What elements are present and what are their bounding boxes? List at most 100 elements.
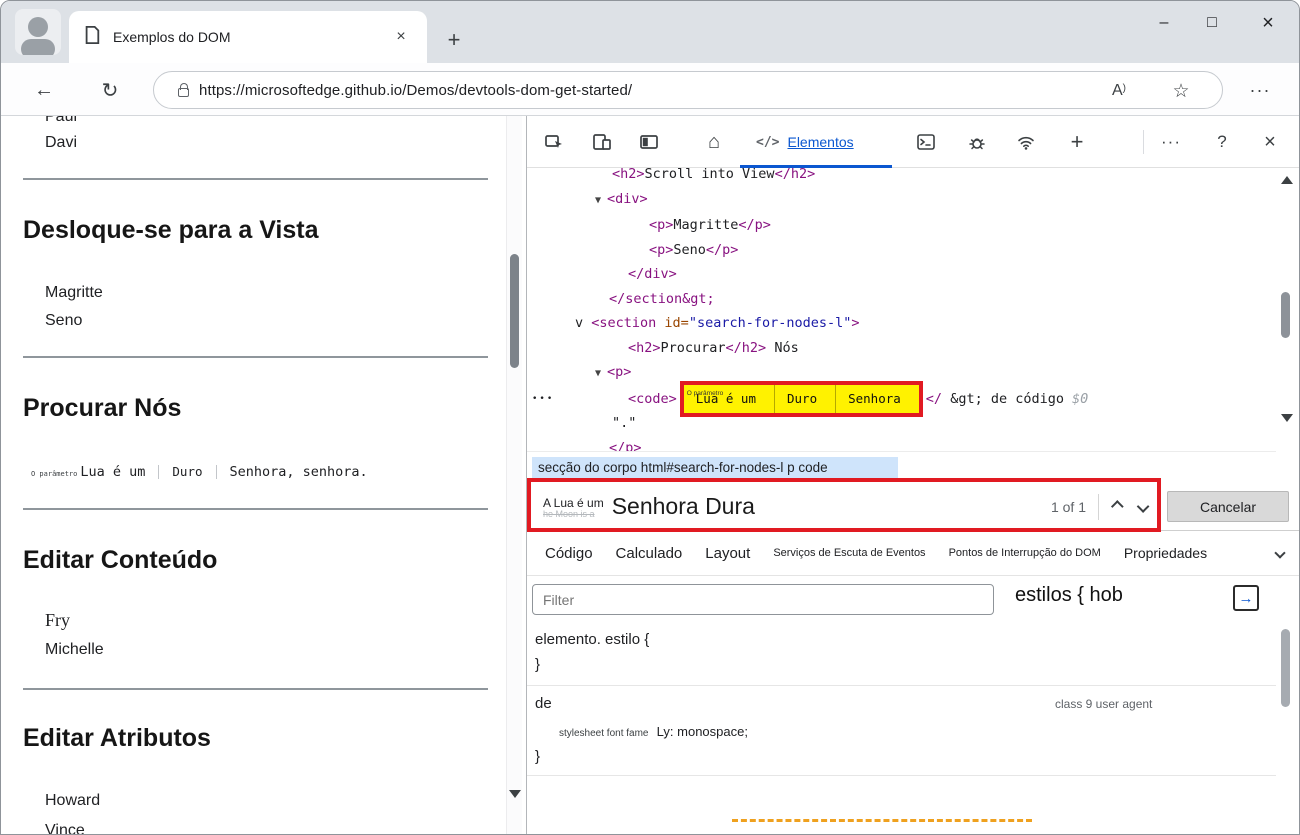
- dom-tag: <p>: [607, 364, 632, 380]
- scroll-down-icon[interactable]: [509, 790, 521, 816]
- scroll-down-icon[interactable]: [1280, 414, 1294, 422]
- tab-close-icon[interactable]: ×: [389, 25, 413, 49]
- tab-styles[interactable]: Código: [545, 545, 593, 562]
- scroll-up-icon[interactable]: [1280, 176, 1294, 184]
- dom-text: Nós: [766, 339, 799, 356]
- fragment-divider: [158, 465, 160, 479]
- cancel-button[interactable]: Cancelar: [1167, 491, 1289, 522]
- scrollbar-thumb[interactable]: [1281, 629, 1290, 707]
- dom-text: Magritte: [673, 217, 739, 233]
- dom-tag: <section: [591, 315, 657, 331]
- dom-tree-node[interactable]: ▼ <div>: [527, 187, 1276, 214]
- filter-input[interactable]: [532, 584, 994, 615]
- dom-tag: <div>: [607, 190, 648, 207]
- minimize-button[interactable]: –: [1141, 1, 1187, 45]
- search-query-ghost: he Moon is a: [543, 509, 595, 519]
- tab-title: Exemplos do DOM: [113, 29, 231, 45]
- avatar-body-icon: [21, 39, 55, 55]
- dom-text: Seno: [673, 241, 706, 258]
- new-tab-button[interactable]: +: [439, 25, 469, 55]
- page-content: Paul Davi Desloque-se para a Vista Magri…: [1, 116, 506, 834]
- maximize-button[interactable]: □: [1189, 1, 1235, 45]
- styles-panel-tabs: Código Calculado Layout Serviços de Escu…: [527, 531, 1299, 576]
- back-button[interactable]: ←: [29, 75, 59, 105]
- new-style-rule-icon[interactable]: →: [1233, 585, 1259, 611]
- scrollbar-thumb[interactable]: [1281, 292, 1290, 338]
- horizontal-rule: [23, 688, 488, 690]
- dom-text: Procurar: [660, 339, 726, 356]
- close-window-button[interactable]: ×: [1245, 1, 1291, 45]
- list-item: Howard: [45, 792, 101, 809]
- dock-side-icon[interactable]: [632, 129, 666, 155]
- dom-tree-node[interactable]: <h2>Scroll into View</h2>: [527, 168, 1276, 187]
- browser-tab[interactable]: Exemplos do DOM ×: [69, 11, 427, 63]
- read-aloud-icon[interactable]: A): [1104, 76, 1134, 106]
- profile-avatar[interactable]: [15, 9, 61, 55]
- more-options-icon[interactable]: ···: [1154, 129, 1188, 155]
- tab-event-listeners[interactable]: Serviços de Escuta de Eventos: [773, 547, 925, 559]
- url-text[interactable]: https://microsoftedge.github.io/Demos/de…: [199, 82, 632, 99]
- inline-code-sample: O parâmetro Lua é um Duro Senhora, senho…: [31, 464, 368, 480]
- previous-match-icon[interactable]: [1099, 490, 1129, 524]
- list-item: Michelle: [45, 641, 104, 658]
- dom-tree-node[interactable]: </div>: [527, 262, 1276, 287]
- hov-cls-label[interactable]: estilos { hob: [1015, 584, 1123, 607]
- dom-tag: <p>: [649, 241, 674, 258]
- code-fragment: Duro: [172, 464, 203, 479]
- dom-tree-node[interactable]: <p>Magritte</p>: [527, 213, 1276, 238]
- console-icon[interactable]: [909, 129, 943, 155]
- toolbar-divider: [1143, 130, 1144, 154]
- scrollbar-thumb[interactable]: [510, 254, 519, 368]
- network-conditions-icon[interactable]: [1009, 129, 1043, 155]
- tab-properties[interactable]: Propriedades: [1124, 545, 1207, 561]
- title-bar: Exemplos do DOM × + – □ ×: [1, 1, 1299, 63]
- property-value[interactable]: Ly: monospace;: [657, 724, 748, 739]
- section-heading: Editar Atributos: [23, 724, 211, 752]
- tab-layout[interactable]: Layout: [705, 545, 750, 562]
- list-item: Magritte: [45, 284, 103, 301]
- close-devtools-icon[interactable]: ×: [1253, 129, 1287, 155]
- search-match-highlight: Duro: [774, 384, 836, 413]
- dom-expand-arrow-icon: ▼: [595, 194, 608, 206]
- rule-origin-label: class 9 user agent: [1055, 697, 1153, 711]
- home-icon[interactable]: ⌂: [697, 129, 731, 155]
- dom-tree-node[interactable]: <p>Seno</p>: [527, 238, 1276, 263]
- address-bar[interactable]: https://microsoftedge.github.io/Demos/de…: [153, 71, 1223, 109]
- favorites-star-icon[interactable]: ☆: [1166, 76, 1196, 106]
- node-options-dots-icon[interactable]: •••: [532, 387, 554, 412]
- tab-elements[interactable]: </> Elementos: [740, 116, 870, 168]
- style-property-line[interactable]: stylesheet font fame Ly: monospace;: [559, 723, 748, 740]
- tabs-overflow-chevron-icon[interactable]: [1274, 544, 1286, 562]
- dom-tag: <h2>: [612, 168, 645, 182]
- horizontal-rule: [23, 508, 488, 510]
- dom-tree-node[interactable]: <h2>Procurar</h2> Nós: [527, 336, 1276, 361]
- closing-brace: }: [535, 748, 541, 765]
- element-style-selector[interactable]: elemento. estilo {: [535, 631, 649, 648]
- dom-tree-node[interactable]: </p>: [527, 436, 1276, 452]
- lock-icon[interactable]: [178, 82, 189, 97]
- translation-micro-label: O parâmetro: [686, 389, 724, 397]
- rule-selector[interactable]: de: [535, 695, 552, 712]
- list-item: Paul: [45, 116, 78, 125]
- dom-tree-node[interactable]: ".": [527, 411, 1276, 436]
- dom-tag: </div>: [628, 266, 677, 282]
- add-tools-icon[interactable]: +: [1060, 129, 1094, 155]
- settings-more-icon[interactable]: ···: [1245, 75, 1275, 105]
- inspect-element-icon[interactable]: [537, 129, 571, 155]
- page-scrollbar[interactable]: [506, 116, 522, 834]
- next-match-icon[interactable]: [1129, 490, 1159, 524]
- list-item: Seno: [45, 312, 83, 329]
- breadcrumb[interactable]: secção do corpo html#search-for-nodes-l …: [532, 456, 898, 478]
- tab-dom-breakpoints[interactable]: Pontos de Interrupção do DOM: [949, 547, 1101, 559]
- search-input[interactable]: A Lua é um he Moon is a Senhora Dura 1 o…: [527, 482, 1159, 531]
- dom-tree-node[interactable]: ••• <code> Lua é um O parâmetro Duro Senhora <…: [527, 380, 1276, 417]
- code-fragment: Senhora, senhora.: [229, 464, 368, 480]
- debug-bug-icon[interactable]: [960, 129, 994, 155]
- page-favicon: [83, 25, 101, 50]
- dom-tree-node[interactable]: </section&gt;: [527, 287, 1276, 312]
- tab-computed[interactable]: Calculado: [616, 545, 683, 562]
- dom-tree-node[interactable]: v <section id="search-for-nodes-l">: [527, 311, 1276, 336]
- device-emulation-icon[interactable]: [585, 129, 619, 155]
- refresh-button[interactable]: ↻: [95, 75, 125, 105]
- help-icon[interactable]: ?: [1205, 129, 1239, 155]
